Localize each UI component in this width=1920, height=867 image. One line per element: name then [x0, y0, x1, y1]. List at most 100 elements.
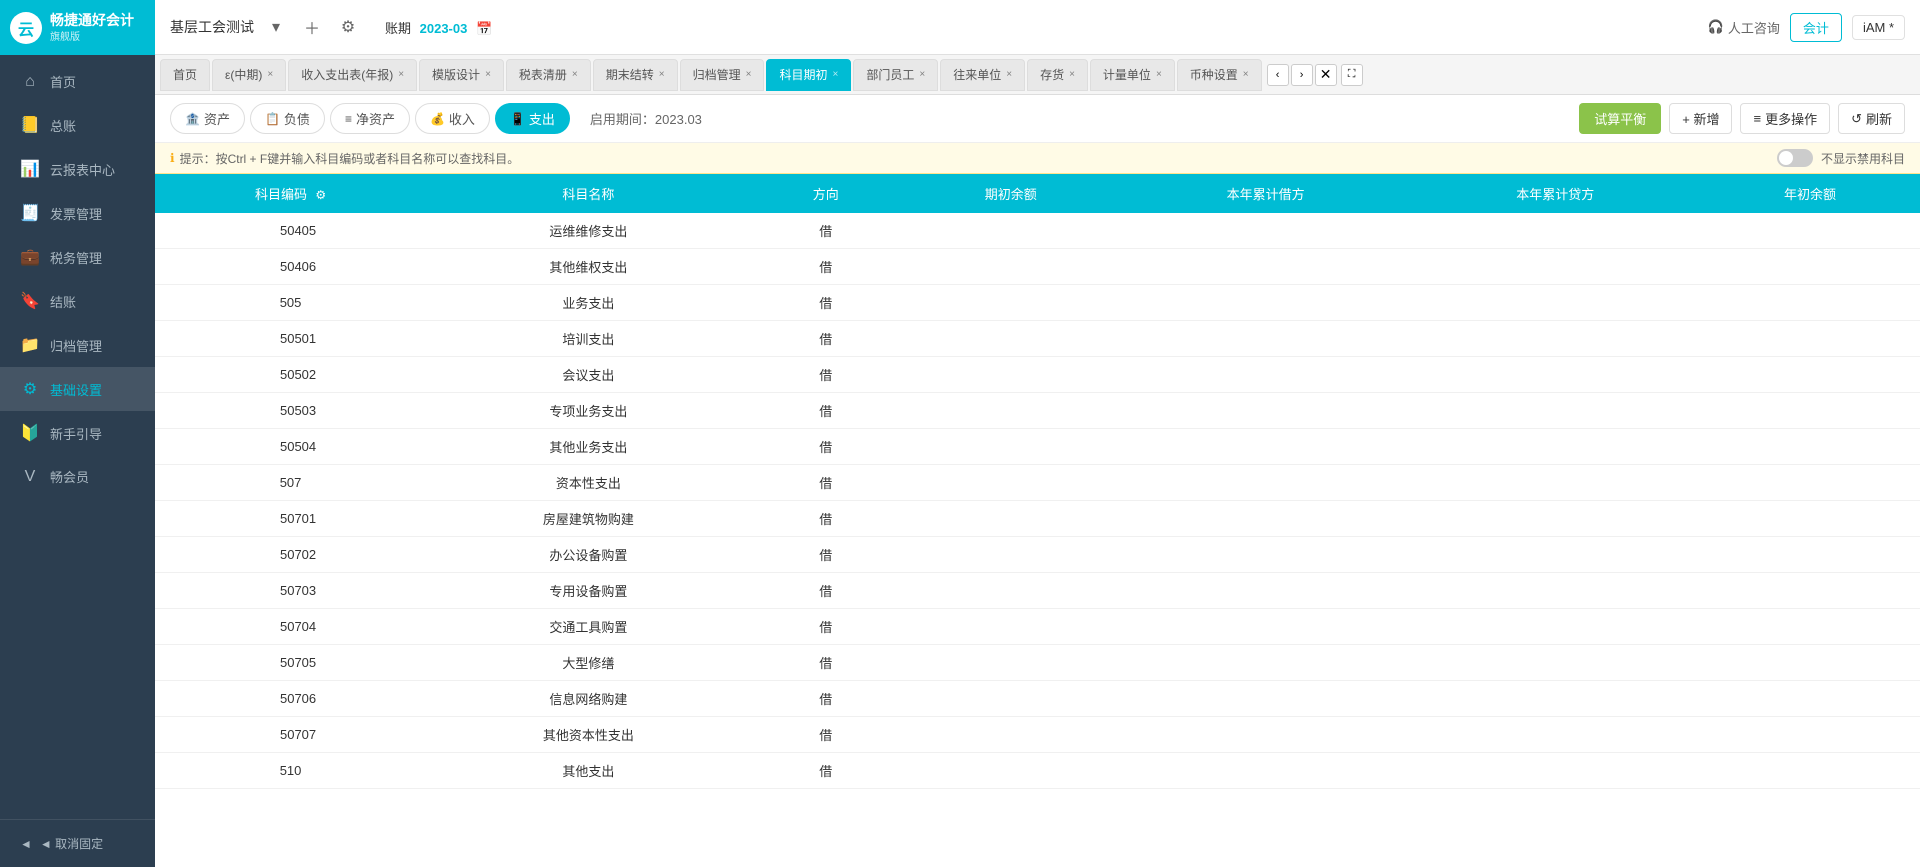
tab-template[interactable]: 模版设计 ×	[419, 59, 504, 91]
hint-text: ℹ 提示：按Ctrl + F键并输入科目编码或者科目名称可以查找科目。	[170, 150, 519, 167]
tab-currency[interactable]: 币种设置 ×	[1177, 59, 1262, 91]
sub-tab-asset[interactable]: 🏦资产	[170, 103, 245, 134]
tab-income[interactable]: 收入支出表(年报) ×	[288, 59, 417, 91]
table-row[interactable]: 50702 办公设备购置 借	[155, 537, 1920, 573]
table-row[interactable]: 507 资本性支出 借	[155, 465, 1920, 501]
sidebar-item-tax[interactable]: 💼税务管理	[0, 235, 155, 279]
period-info: 启用期间：2023.03	[590, 109, 702, 128]
table-row[interactable]: 505 业务支出 借	[155, 285, 1920, 321]
tab-dept[interactable]: 部门员工×	[853, 59, 938, 91]
sidebar-item-report[interactable]: 📊云报表中心	[0, 147, 155, 191]
tab-close-subjects[interactable]: ×	[833, 69, 839, 80]
sidebar-item-invoice[interactable]: 🧾发票管理	[0, 191, 155, 235]
cell-code: 50504	[155, 429, 426, 465]
refresh-btn[interactable]: ↺ 刷新	[1838, 103, 1905, 134]
col-ytd_credit: 本年累计贷方	[1410, 174, 1700, 213]
sub-tab-income[interactable]: 💰收入	[415, 103, 490, 134]
sub-tab-net-asset[interactable]: ≡净资产	[330, 103, 410, 134]
disabled-toggle[interactable]	[1777, 149, 1813, 167]
sub-tab-expense[interactable]: 📱支出	[495, 103, 570, 134]
tab-close-all-btn[interactable]: ✕	[1315, 64, 1337, 86]
tab-close-interim[interactable]: ×	[267, 69, 273, 80]
table-row[interactable]: 50701 房屋建筑物购建 借	[155, 501, 1920, 537]
cell-ytd-credit	[1410, 429, 1700, 465]
add-btn[interactable]: + 新增	[1669, 103, 1732, 134]
table-row[interactable]: 50707 其他资本性支出 借	[155, 717, 1920, 753]
cell-direction: 借	[751, 465, 901, 501]
calendar-icon[interactable]: 📅	[476, 21, 492, 36]
tab-next-btn[interactable]: ›	[1291, 64, 1313, 86]
sidebar-collapse-btn[interactable]: ◄ ◄ 取消固定	[0, 819, 155, 867]
cell-direction: 借	[751, 645, 901, 681]
sidebar-item-guide[interactable]: 🔰新手引导	[0, 411, 155, 455]
table-row[interactable]: 50503 专项业务支出 借	[155, 393, 1920, 429]
table-row[interactable]: 510 其他支出 借	[155, 753, 1920, 789]
hint-bar: ℹ 提示：按Ctrl + F键并输入科目编码或者科目名称可以查找科目。 不显示禁…	[155, 143, 1920, 174]
table-row[interactable]: 50504 其他业务支出 借	[155, 429, 1920, 465]
tab-close-customer[interactable]: ×	[1006, 69, 1012, 80]
tab-prev-btn[interactable]: ‹	[1267, 64, 1289, 86]
tab-close-unit[interactable]: ×	[1156, 69, 1162, 80]
table-row[interactable]: 50405 运维维修支出 借	[155, 213, 1920, 249]
tab-close-dept[interactable]: ×	[919, 69, 925, 80]
table-row[interactable]: 50501 培训支出 借	[155, 321, 1920, 357]
cell-opening-balance	[901, 681, 1121, 717]
sidebar-item-member[interactable]: V畅会员	[0, 455, 155, 498]
more-btn[interactable]: ≡ 更多操作	[1740, 103, 1830, 134]
cell-ytd-credit	[1410, 753, 1700, 789]
cell-year-opening	[1700, 429, 1920, 465]
tab-expand-btn[interactable]: ⛶	[1341, 64, 1363, 86]
sidebar-item-settings[interactable]: ⚙基础设置	[0, 367, 155, 411]
cell-year-opening	[1700, 465, 1920, 501]
tab-inventory[interactable]: 存货×	[1027, 59, 1088, 91]
table-row[interactable]: 50406 其他维权支出 借	[155, 249, 1920, 285]
tab-label-template: 模版设计	[432, 66, 480, 83]
tab-close-template[interactable]: ×	[485, 69, 491, 80]
tab-close-income[interactable]: ×	[398, 69, 404, 80]
cell-name: 交通工具购置	[426, 609, 751, 645]
cell-code: 50705	[155, 645, 426, 681]
tab-label-currency: 币种设置	[1190, 66, 1238, 83]
settings-btn[interactable]: ⚙	[334, 13, 362, 41]
table-row[interactable]: 50706 信息网络购建 借	[155, 681, 1920, 717]
tab-close-tax[interactable]: ×	[572, 69, 578, 80]
calc-balance-btn[interactable]: 试算平衡	[1579, 103, 1661, 134]
tab-home[interactable]: 首页	[160, 59, 210, 91]
tab-customer[interactable]: 往来单位×	[940, 59, 1025, 91]
account-btn[interactable]: 会计	[1790, 13, 1842, 42]
cell-ytd-credit	[1410, 501, 1700, 537]
support-btn[interactable]: 🎧 人工咨询	[1708, 18, 1780, 37]
cell-year-opening	[1700, 393, 1920, 429]
tab-period-end[interactable]: 期末结转×	[593, 59, 678, 91]
tab-subjects[interactable]: 科目期初×	[766, 59, 851, 91]
sidebar-item-ledger[interactable]: 📒总账	[0, 103, 155, 147]
sidebar-item-home[interactable]: ⌂首页	[0, 60, 155, 103]
tab-tax[interactable]: 税表清册×	[506, 59, 591, 91]
tab-close-period-end[interactable]: ×	[659, 69, 665, 80]
info-icon: ℹ	[170, 151, 175, 165]
cell-direction: 借	[751, 717, 901, 753]
cell-year-opening	[1700, 753, 1920, 789]
table-row[interactable]: 50704 交通工具购置 借	[155, 609, 1920, 645]
add-company-btn[interactable]: ＋	[298, 13, 326, 41]
income-icon: 💰	[430, 112, 445, 126]
tab-close-currency[interactable]: ×	[1243, 69, 1249, 80]
tab-archive[interactable]: 归档管理×	[680, 59, 765, 91]
sidebar-item-archive[interactable]: 📁归档管理	[0, 323, 155, 367]
company-dropdown-btn[interactable]: ▾	[262, 13, 290, 41]
cell-direction: 借	[751, 357, 901, 393]
table-row[interactable]: 50705 大型修缮 借	[155, 645, 1920, 681]
sidebar-item-close[interactable]: 🔖结账	[0, 279, 155, 323]
table-row[interactable]: 50502 会议支出 借	[155, 357, 1920, 393]
tab-close-inventory[interactable]: ×	[1069, 69, 1075, 80]
tab-close-archive[interactable]: ×	[746, 69, 752, 80]
logo-icon: 云	[10, 12, 42, 44]
sub-tab-liability[interactable]: 📋负债	[250, 103, 325, 134]
tab-unit[interactable]: 计量单位×	[1090, 59, 1175, 91]
table-row[interactable]: 50703 专用设备购置 借	[155, 573, 1920, 609]
tab-label-income: 收入支出表(年报)	[301, 66, 393, 83]
iam-badge[interactable]: iAM *	[1852, 15, 1905, 40]
col-settings-icon[interactable]: ⚙	[312, 188, 326, 202]
tab-interim[interactable]: ε(中期)×	[212, 59, 286, 91]
cell-opening-balance	[901, 357, 1121, 393]
